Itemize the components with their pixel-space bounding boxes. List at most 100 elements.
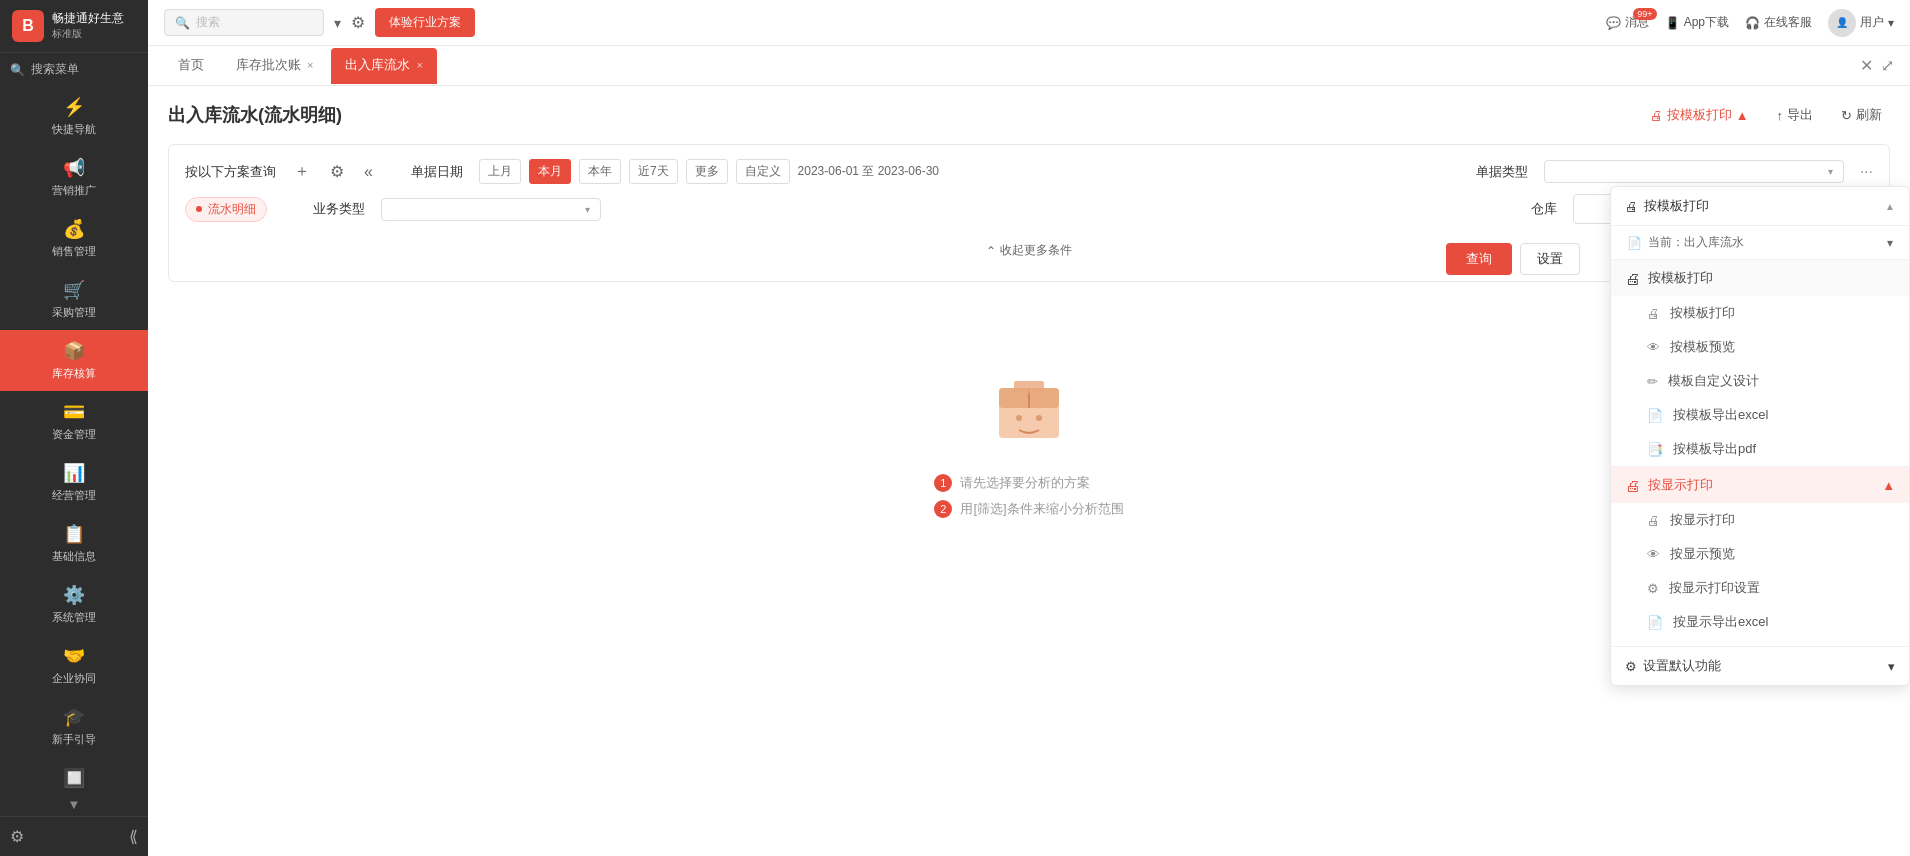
business-type-select[interactable]: ▾	[381, 198, 601, 221]
template-customize-item[interactable]: ✏ 模板自定义设计	[1611, 364, 1909, 398]
empty-illustration	[969, 358, 1089, 458]
purchase-icon: 🛒	[63, 279, 85, 301]
date-btn-custom[interactable]: 自定义	[736, 159, 790, 184]
template-export-excel-item[interactable]: 📄 按模板导出excel	[1611, 398, 1909, 432]
tab-flow-close[interactable]: ×	[416, 59, 422, 71]
collapse-label: 收起更多条件	[1000, 242, 1072, 259]
display-sub-items: 🖨 按显示打印 👁 按显示预览 ⚙ 按显示打印设置	[1611, 503, 1909, 646]
display-print-settings-item[interactable]: ⚙ 按显示打印设置	[1611, 571, 1909, 605]
date-btn-7days[interactable]: 近7天	[629, 159, 678, 184]
dropdown-collapse-icon[interactable]: ▲	[1885, 201, 1895, 212]
tab-batch-account-close[interactable]: ×	[307, 59, 313, 71]
tab-maximize-icon[interactable]: ⤢	[1881, 56, 1894, 75]
app-name: 畅捷通好生意	[52, 11, 124, 27]
print-dropdown-icon[interactable]: ▲	[1736, 108, 1749, 123]
filter-row-1: 按以下方案查询 ＋ ⚙ « 单据日期 上月 本月 本年 近7天 更多 自定义 2…	[185, 159, 1873, 184]
username-label: 用户	[1860, 14, 1884, 31]
template-print-group-header[interactable]: 🖨 按模板打印	[1611, 260, 1909, 296]
sidebar-item-label: 营销推广	[52, 183, 96, 198]
page-container: 出入库流水(流水明细) 🖨 按模板打印 ▲ ↑ 导出 ↻ 刷新	[148, 86, 1910, 856]
tab-batch-account[interactable]: 库存批次账 ×	[222, 48, 327, 84]
template-export-pdf-item[interactable]: 📑 按模板导出pdf	[1611, 432, 1909, 466]
date-btn-this-year[interactable]: 本年	[579, 159, 621, 184]
current-template-text: 当前：出入库流水	[1648, 234, 1744, 251]
industry-solution-button[interactable]: 体验行业方案	[375, 8, 475, 37]
topbar-right: 💬 消息 99+ 📱 App下载 🎧 在线客服 👤 用户 ▾	[1606, 9, 1894, 37]
display-export-excel-item[interactable]: 📄 按显示导出excel	[1611, 605, 1909, 639]
sidebar-item-operation[interactable]: 📊 经营管理	[0, 452, 148, 513]
app-center-icon: 🔲	[63, 767, 85, 789]
sidebar-search[interactable]: 🔍 搜索菜单	[0, 53, 148, 86]
quick-nav-icon: ⚡	[63, 96, 85, 118]
display-group-icon: 🖨	[1625, 477, 1640, 494]
add-filter-icon[interactable]: ＋	[292, 159, 312, 184]
sidebar-item-guide[interactable]: 🎓 新手引导	[0, 696, 148, 757]
logo-icon: B	[12, 10, 44, 42]
empty-tip-1: 1 请先选择要分析的方案	[934, 474, 1123, 492]
print-template-button[interactable]: 🖨 按模板打印 ▲	[1642, 102, 1757, 128]
collapse-filter-icon[interactable]: «	[362, 161, 375, 183]
settings-icon[interactable]: ⚙	[10, 827, 24, 846]
sidebar-item-sales[interactable]: 💰 销售管理	[0, 208, 148, 269]
display-print-label: 按显示打印	[1670, 511, 1735, 529]
sidebar-item-basic[interactable]: 📋 基础信息	[0, 513, 148, 574]
operation-icon: 📊	[63, 462, 85, 484]
display-print-group: 🖨 按显示打印 ▲ 🖨 按显示打印 👁	[1611, 467, 1909, 646]
date-btn-this-month[interactable]: 本月	[529, 159, 571, 184]
display-preview-label: 按显示预览	[1670, 545, 1735, 563]
online-service-button[interactable]: 🎧 在线客服	[1745, 14, 1812, 31]
sidebar-item-quick-nav[interactable]: ⚡ 快捷导航	[0, 86, 148, 147]
basic-icon: 📋	[63, 523, 85, 545]
date-btn-last-month[interactable]: 上月	[479, 159, 521, 184]
sidebar-item-finance[interactable]: 💳 资金管理	[0, 391, 148, 452]
topbar-search-box[interactable]: 🔍 搜索	[164, 9, 324, 36]
display-print-item[interactable]: 🖨 按显示打印	[1611, 503, 1909, 537]
display-preview-item[interactable]: 👁 按显示预览	[1611, 537, 1909, 571]
empty-tip-2: 2 用[筛选]条件来缩小分析范围	[934, 500, 1123, 518]
template-preview-item[interactable]: 👁 按模板预览	[1611, 330, 1909, 364]
page-title: 出入库流水(流水明细)	[168, 103, 342, 127]
dropdown-footer[interactable]: ⚙ 设置默认功能 ▾	[1611, 646, 1909, 685]
sidebar-item-system[interactable]: ⚙️ 系统管理	[0, 574, 148, 635]
online-service-label: 在线客服	[1764, 14, 1812, 31]
mobile-icon: 📱	[1665, 16, 1680, 30]
app-download-button[interactable]: 📱 App下载	[1665, 14, 1729, 31]
collapse-icon[interactable]: ⟪	[129, 827, 138, 846]
sidebar-scroll-down[interactable]: ▼	[0, 793, 148, 816]
settings-button[interactable]: 设置	[1520, 243, 1580, 275]
settings-filter-icon[interactable]: ⚙	[328, 160, 346, 183]
template-print-item[interactable]: 🖨 按模板打印	[1611, 296, 1909, 330]
sidebar-item-inventory[interactable]: 📦 库存核算	[0, 330, 148, 391]
date-btn-more[interactable]: 更多	[686, 159, 728, 184]
content-area: 出入库流水(流水明细) 🖨 按模板打印 ▲ ↑ 导出 ↻ 刷新	[148, 86, 1910, 856]
message-icon: 💬	[1606, 16, 1621, 30]
display-export-pdf-item[interactable]: 📑 按显示导出pdf	[1611, 639, 1909, 646]
printer-header-icon: 🖨	[1625, 199, 1638, 214]
message-button[interactable]: 💬 消息 99+	[1606, 14, 1649, 31]
display-print-group-header[interactable]: 🖨 按显示打印 ▲	[1611, 467, 1909, 503]
sidebar-item-label: 系统管理	[52, 610, 96, 625]
sidebar-item-app-center[interactable]: 🔲 应用中心	[0, 757, 148, 793]
tab-home[interactable]: 首页	[164, 48, 218, 84]
bill-type-more-icon[interactable]: ···	[1860, 163, 1873, 181]
bill-type-select[interactable]: ▾	[1544, 160, 1844, 183]
export-button[interactable]: ↑ 导出	[1769, 102, 1822, 128]
topbar-settings-icon[interactable]: ⚙	[351, 13, 365, 32]
tab-home-label: 首页	[178, 56, 204, 74]
sidebar-item-marketing[interactable]: 📢 营销推广	[0, 147, 148, 208]
current-template: 📄 当前：出入库流水 ▾	[1611, 226, 1909, 260]
flow-detail-tag[interactable]: 流水明细	[185, 197, 267, 222]
sidebar-item-cooperation[interactable]: 🤝 企业协同	[0, 635, 148, 696]
tab-flow[interactable]: 出入库流水 ×	[331, 48, 436, 84]
tab-close-all-icon[interactable]: ✕	[1860, 56, 1873, 75]
refresh-button[interactable]: ↻ 刷新	[1833, 102, 1890, 128]
sidebar-footer: ⚙ ⟪	[0, 816, 148, 856]
user-avatar[interactable]: 👤 用户 ▾	[1828, 9, 1894, 37]
template-export-excel-label: 按模板导出excel	[1673, 406, 1768, 424]
topbar-dropdown-icon[interactable]: ▾	[334, 15, 341, 31]
tab-batch-account-label: 库存批次账	[236, 56, 301, 74]
sidebar-item-label: 资金管理	[52, 427, 96, 442]
current-template-arrow[interactable]: ▾	[1887, 236, 1893, 250]
query-button[interactable]: 查询	[1446, 243, 1512, 275]
sidebar-item-purchase[interactable]: 🛒 采购管理	[0, 269, 148, 330]
